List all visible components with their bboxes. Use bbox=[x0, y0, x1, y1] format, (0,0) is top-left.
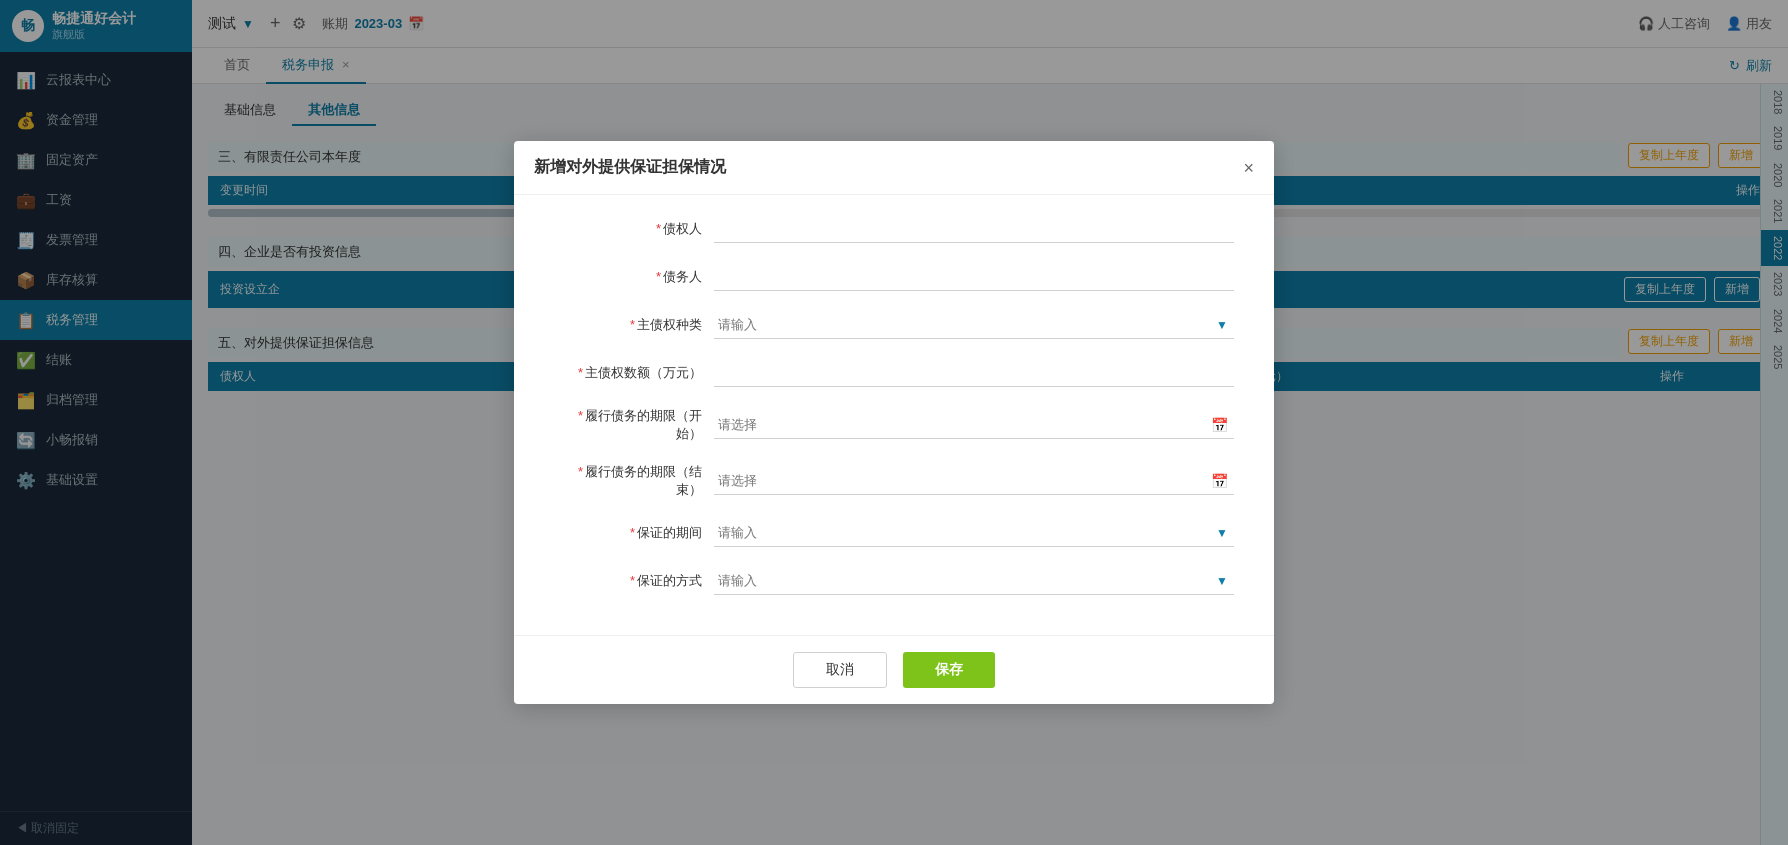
period-start-input[interactable] bbox=[714, 411, 1205, 438]
debt-type-select-wrapper: ▼ bbox=[714, 311, 1234, 339]
debt-amount-input[interactable] bbox=[714, 359, 1234, 387]
cancel-button[interactable]: 取消 bbox=[793, 652, 887, 688]
guarantee-method-chevron-icon[interactable]: ▼ bbox=[1210, 574, 1234, 588]
guarantee-period-input[interactable] bbox=[714, 519, 1210, 546]
form-row-debt-type: *主债权种类 ▼ bbox=[554, 311, 1234, 339]
period-end-calendar-icon[interactable]: 📅 bbox=[1205, 473, 1234, 489]
debt-amount-label: *主债权数额（万元） bbox=[554, 364, 714, 382]
period-start-label: *履行债务的期限（开始） bbox=[554, 407, 714, 443]
modal-title: 新增对外提供保证担保情况 bbox=[534, 157, 726, 178]
debtor-label: *债务人 bbox=[554, 268, 714, 286]
period-start-calendar-icon[interactable]: 📅 bbox=[1205, 417, 1234, 433]
modal-close-button[interactable]: × bbox=[1243, 159, 1254, 177]
modal-header: 新增对外提供保证担保情况 × bbox=[514, 141, 1274, 195]
period-start-date-wrapper: 📅 bbox=[714, 411, 1234, 439]
guarantee-period-label: *保证的期间 bbox=[554, 524, 714, 542]
guarantee-method-select-wrapper: ▼ bbox=[714, 567, 1234, 595]
guarantee-method-label: *保证的方式 bbox=[554, 572, 714, 590]
debt-type-input[interactable] bbox=[714, 311, 1210, 338]
modal: 新增对外提供保证担保情况 × *债权人 *债务人 *主债权种类 bbox=[514, 141, 1274, 704]
form-row-guarantee-method: *保证的方式 ▼ bbox=[554, 567, 1234, 595]
modal-body: *债权人 *债务人 *主债权种类 ▼ bbox=[514, 195, 1274, 635]
guarantee-method-input[interactable] bbox=[714, 567, 1210, 594]
debtor-input[interactable] bbox=[714, 263, 1234, 291]
modal-overlay: 新增对外提供保证担保情况 × *债权人 *债务人 *主债权种类 bbox=[0, 0, 1788, 845]
form-row-period-start: *履行债务的期限（开始） 📅 bbox=[554, 407, 1234, 443]
period-end-label: *履行债务的期限（结束） bbox=[554, 463, 714, 499]
modal-footer: 取消 保存 bbox=[514, 635, 1274, 704]
form-row-debtor: *债务人 bbox=[554, 263, 1234, 291]
creditor-label: *债权人 bbox=[554, 220, 714, 238]
period-end-input[interactable] bbox=[714, 467, 1205, 494]
period-end-date-wrapper: 📅 bbox=[714, 467, 1234, 495]
guarantee-period-select-wrapper: ▼ bbox=[714, 519, 1234, 547]
form-row-guarantee-period: *保证的期间 ▼ bbox=[554, 519, 1234, 547]
save-button[interactable]: 保存 bbox=[903, 652, 995, 688]
debt-type-chevron-icon[interactable]: ▼ bbox=[1210, 318, 1234, 332]
guarantee-period-chevron-icon[interactable]: ▼ bbox=[1210, 526, 1234, 540]
creditor-input[interactable] bbox=[714, 215, 1234, 243]
form-row-creditor: *债权人 bbox=[554, 215, 1234, 243]
debt-type-label: *主债权种类 bbox=[554, 316, 714, 334]
form-row-debt-amount: *主债权数额（万元） bbox=[554, 359, 1234, 387]
form-row-period-end: *履行债务的期限（结束） 📅 bbox=[554, 463, 1234, 499]
